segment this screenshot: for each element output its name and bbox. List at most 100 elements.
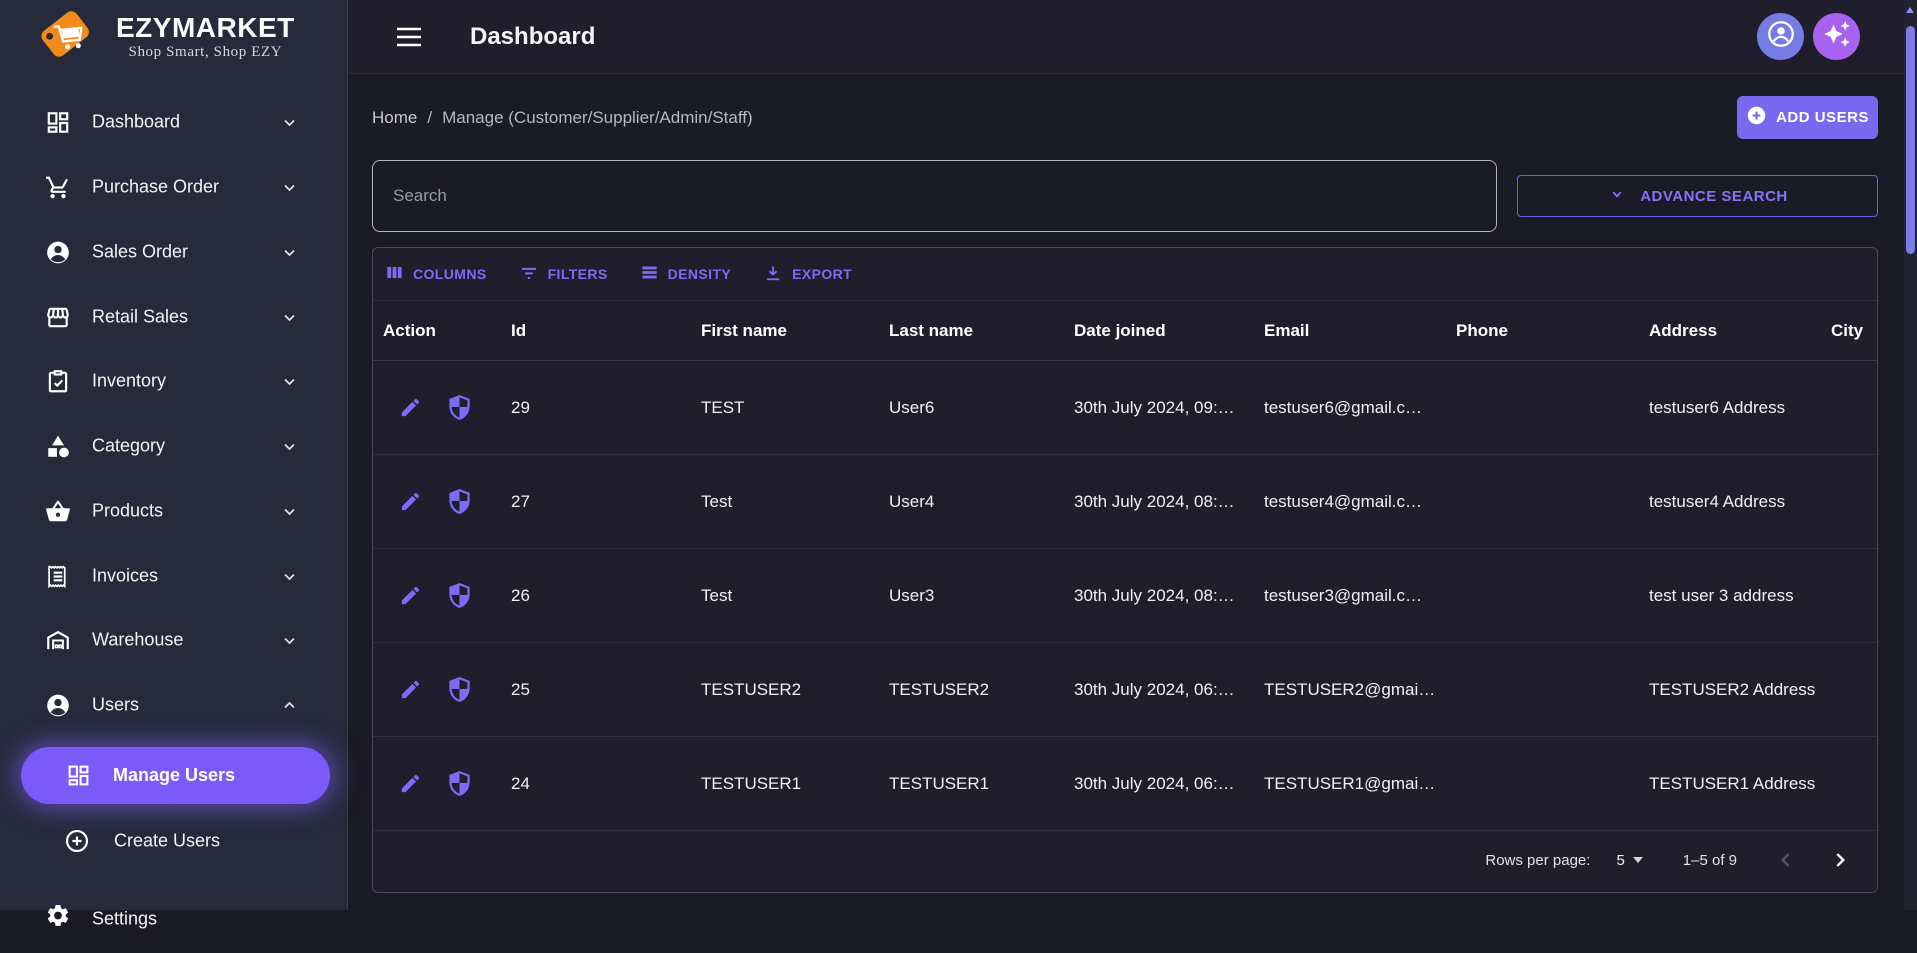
sidebar-item-warehouse[interactable]: Warehouse	[0, 608, 348, 672]
users-table-panel: COLUMNS FILTERS DENSITY EXPORT Action Id	[372, 247, 1878, 893]
cell-address: TESTUSER2 Address	[1649, 679, 1816, 699]
density-button[interactable]: DENSITY	[640, 263, 731, 285]
chevron-down-icon	[278, 370, 300, 392]
table-header-row: Action Id First name Last name Date join…	[373, 301, 1877, 361]
menu-icon[interactable]	[393, 21, 425, 53]
account-button[interactable]	[1757, 13, 1804, 60]
cell-email: TESTUSER1@gmai…	[1264, 773, 1436, 793]
sidebar-item-retail-sales[interactable]: Retail Sales	[0, 285, 348, 349]
sidebar-item-sales-order[interactable]: Sales Order	[0, 220, 348, 284]
shield-button[interactable]	[446, 488, 473, 515]
warehouse-icon	[44, 627, 71, 654]
breadcrumb-home[interactable]: Home	[372, 108, 417, 128]
chevron-down-icon	[278, 565, 300, 587]
sidebar-item-create-users[interactable]: Create Users	[0, 815, 348, 867]
page-scrollbar[interactable]	[1904, 0, 1917, 910]
shield-button[interactable]	[446, 676, 473, 703]
chevron-down-icon	[278, 629, 300, 651]
shield-button[interactable]	[446, 582, 473, 609]
column-header-last-name[interactable]: Last name	[879, 321, 1064, 341]
cell-email: testuser3@gmail.c…	[1264, 585, 1423, 605]
cell-email: testuser6@gmail.c…	[1264, 397, 1423, 417]
edit-button[interactable]	[399, 678, 422, 701]
column-header-first-name[interactable]: First name	[691, 321, 879, 341]
column-header-city[interactable]: City	[1821, 321, 1877, 341]
search-input[interactable]	[372, 160, 1497, 232]
cell-address: testuser6 Address	[1649, 397, 1786, 417]
edit-button[interactable]	[399, 584, 422, 607]
cell-first-name: TESTUSER2	[701, 679, 802, 699]
table-row: 27 Test User4 30th July 2024, 08:… testu…	[373, 455, 1877, 549]
sidebar-item-category[interactable]: Category	[0, 414, 348, 478]
columns-button[interactable]: COLUMNS	[385, 263, 487, 285]
cell-email: TESTUSER2@gmai…	[1264, 679, 1436, 699]
cell-first-name: Test	[701, 491, 733, 511]
sidebar-item-products[interactable]: Products	[0, 479, 348, 543]
export-button[interactable]: EXPORT	[763, 263, 852, 286]
column-header-date-joined[interactable]: Date joined	[1064, 321, 1254, 341]
chevron-up-icon	[278, 694, 300, 716]
edit-button[interactable]	[399, 490, 422, 513]
sidebar-item-inventory[interactable]: Inventory	[0, 349, 348, 413]
breadcrumb: Home / Manage (Customer/Supplier/Admin/S…	[372, 108, 753, 128]
cell-last-name: TESTUSER2	[889, 679, 990, 699]
chevron-down-icon	[1607, 184, 1627, 208]
rows-per-page-select[interactable]: 5	[1616, 852, 1643, 869]
cell-date-joined: 30th July 2024, 08:…	[1074, 491, 1235, 511]
filters-button[interactable]: FILTERS	[519, 263, 608, 286]
ai-assistant-button[interactable]	[1813, 13, 1860, 60]
cell-first-name: Test	[701, 585, 733, 605]
edit-button[interactable]	[399, 772, 422, 795]
table-toolbar: COLUMNS FILTERS DENSITY EXPORT	[373, 248, 1877, 301]
cell-id: 24	[511, 773, 530, 793]
chevron-down-icon	[278, 500, 300, 522]
column-header-email[interactable]: Email	[1254, 321, 1446, 341]
clipboard-check-icon	[44, 368, 71, 395]
sidebar-item-dashboard[interactable]: Dashboard	[0, 90, 348, 154]
table-row: 25 TESTUSER2 TESTUSER2 30th July 2024, 0…	[373, 643, 1877, 737]
advance-search-button[interactable]: ADVANCE SEARCH	[1517, 175, 1878, 217]
next-page-button[interactable]	[1827, 847, 1853, 873]
scroll-up-arrow-icon[interactable]	[1906, 7, 1914, 13]
gear-icon	[44, 902, 71, 929]
brand-tagline: Shop Smart, Shop EZY	[128, 44, 283, 61]
edit-button[interactable]	[399, 396, 422, 419]
breadcrumb-current: Manage (Customer/Supplier/Admin/Staff)	[442, 107, 753, 127]
sidebar-item-users[interactable]: Users	[0, 673, 348, 737]
cell-date-joined: 30th July 2024, 09:…	[1074, 397, 1235, 417]
breadcrumb-separator: /	[427, 107, 433, 127]
previous-page-button[interactable]	[1773, 847, 1799, 873]
cell-last-name: TESTUSER1	[889, 773, 990, 793]
sidebar-item-invoices[interactable]: Invoices	[0, 544, 348, 608]
chevron-down-icon	[278, 176, 300, 198]
add-users-button[interactable]: ADD USERS	[1737, 96, 1878, 139]
plus-circle-icon	[1746, 105, 1767, 130]
cell-last-name: User3	[889, 585, 935, 605]
column-header-action[interactable]: Action	[373, 321, 501, 341]
chevron-down-icon	[278, 111, 300, 133]
category-icon	[44, 433, 71, 460]
main-content: Home / Manage (Customer/Supplier/Admin/S…	[348, 74, 1917, 910]
sidebar-item-purchase-order[interactable]: Purchase Order	[0, 155, 348, 219]
cell-date-joined: 30th July 2024, 08:…	[1074, 585, 1235, 605]
shield-button[interactable]	[446, 394, 473, 421]
person-icon	[1766, 19, 1796, 54]
pagination-range: 1–5 of 9	[1682, 851, 1737, 869]
brand-logo[interactable]: EZYMARKET Shop Smart, Shop EZY	[0, 0, 347, 71]
cell-first-name: TESTUSER1	[701, 773, 802, 793]
column-header-phone[interactable]: Phone	[1446, 321, 1639, 341]
scrollbar-thumb[interactable]	[1906, 26, 1915, 254]
columns-icon	[385, 263, 404, 285]
column-header-id[interactable]: Id	[501, 321, 691, 341]
shield-button[interactable]	[446, 770, 473, 797]
cell-last-name: User4	[889, 491, 935, 511]
column-header-address[interactable]: Address	[1639, 321, 1821, 341]
sidebar-item-settings[interactable]: Settings	[0, 893, 348, 953]
sidebar: EZYMARKET Shop Smart, Shop EZY Dashboard…	[0, 0, 348, 929]
cell-last-name: User6	[889, 397, 935, 417]
page-title: Dashboard	[470, 22, 596, 50]
cell-id: 25	[511, 679, 530, 699]
table-pagination: Rows per page: 5 1–5 of 9	[373, 831, 1877, 889]
cell-id: 27	[511, 491, 530, 511]
sidebar-item-manage-users[interactable]: Manage Users	[21, 747, 330, 804]
